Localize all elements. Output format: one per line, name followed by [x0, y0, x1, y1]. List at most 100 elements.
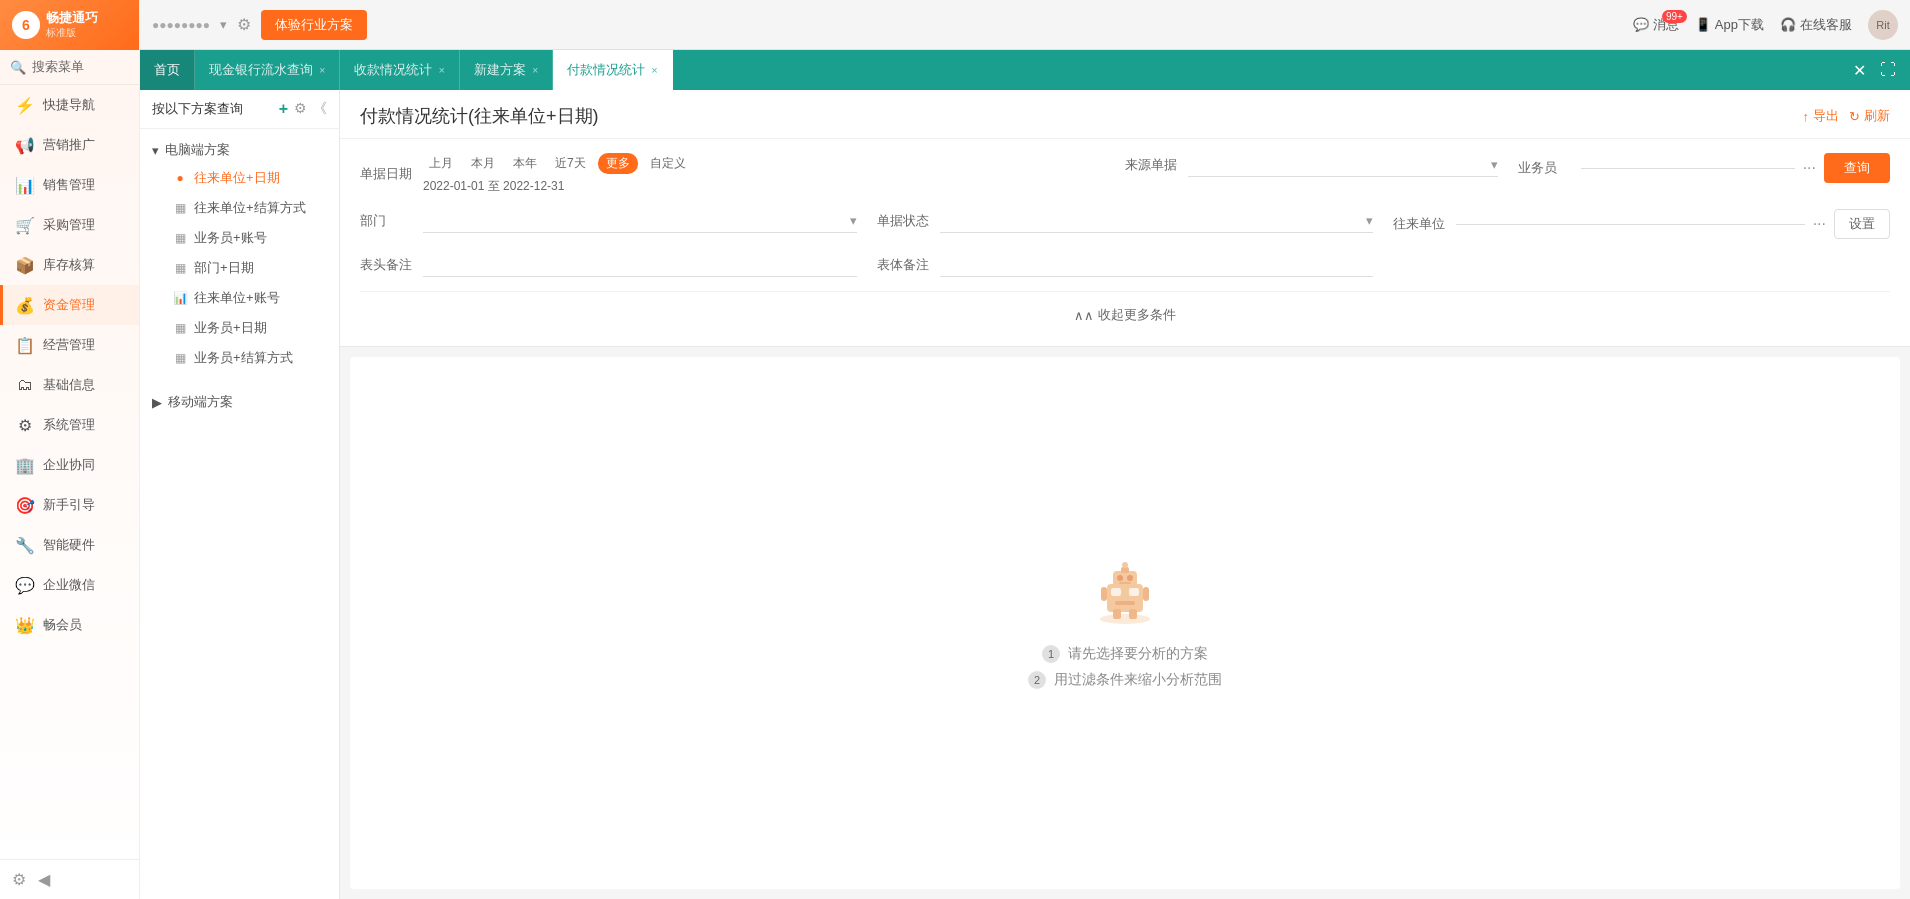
filter-dept-field: 部门 ▾ [360, 209, 857, 233]
app-download-btn[interactable]: 📱 App下载 [1695, 16, 1764, 34]
scheme-item-label: 往来单位+结算方式 [194, 199, 306, 217]
tab-bank-flow[interactable]: 现金银行流水查询 × [195, 50, 340, 90]
avatar[interactable]: Rit [1868, 10, 1898, 40]
service-icon: 🎧 [1780, 17, 1796, 32]
date-option-7days[interactable]: 近7天 [549, 153, 592, 174]
source-select[interactable]: ▾ [1188, 153, 1498, 177]
sidebar-item-marketing[interactable]: 📢 营销推广 [0, 125, 139, 165]
refresh-button[interactable]: ↻ 刷新 [1849, 107, 1890, 125]
scheme-item-dept-date[interactable]: ▦ 部门+日期 [152, 253, 327, 283]
sidebar-item-finance[interactable]: 💰 资金管理 [0, 285, 139, 325]
online-service-btn[interactable]: 🎧 在线客服 [1780, 16, 1852, 34]
svg-rect-4 [1115, 601, 1135, 605]
tab-payment-stat-label: 付款情况统计 [567, 61, 645, 79]
scheme-item-unit-payment[interactable]: ▦ 往来单位+结算方式 [152, 193, 327, 223]
sidebar-footer: ⚙ ◀ [0, 859, 139, 899]
membership-icon: 👑 [15, 615, 35, 635]
tabs-bar: 首页 现金银行流水查询 × 收款情况统计 × 新建方案 × 付款情况统计 × ✕… [140, 50, 1910, 90]
trial-button[interactable]: 体验行业方案 [261, 10, 367, 40]
footer-collapse-icon[interactable]: ◀ [38, 870, 50, 889]
scheme-mobile-group: ▶ 移动端方案 [140, 381, 339, 423]
main-area: ●●●●●●●● ▾ ⚙ 体验行业方案 💬 消息 99+ 📱 App下载 🎧 在… [140, 0, 1910, 899]
footer-settings-icon[interactable]: ⚙ [12, 870, 26, 889]
sidebar-item-label: 采购管理 [43, 216, 95, 234]
tabs-controls: ✕ ⛶ [1849, 59, 1910, 82]
quick-nav-icon: ⚡ [15, 95, 35, 115]
notifications-btn[interactable]: 💬 消息 99+ [1633, 16, 1679, 34]
header-note-input[interactable] [423, 253, 857, 277]
partner-dots-icon[interactable]: ··· [1813, 215, 1826, 233]
date-option-last-month[interactable]: 上月 [423, 153, 459, 174]
date-option-this-month[interactable]: 本月 [465, 153, 501, 174]
search-label: 搜索菜单 [32, 58, 84, 76]
scheme-item-salesman-date[interactable]: ▦ 业务员+日期 [152, 313, 327, 343]
sidebar-item-inventory[interactable]: 📦 库存核算 [0, 245, 139, 285]
tab-receipts-stat[interactable]: 收款情况统计 × [340, 50, 459, 90]
sidebar-item-membership[interactable]: 👑 畅会员 [0, 605, 139, 645]
tab-new-scheme-close[interactable]: × [532, 64, 538, 76]
finance-icon: 💰 [15, 295, 35, 315]
sidebar-item-system[interactable]: ⚙ 系统管理 [0, 405, 139, 445]
sidebar-item-operations[interactable]: 📋 经营管理 [0, 325, 139, 365]
filter-salesman-field: 业务员 ··· 查询 [1518, 153, 1891, 183]
sidebar-item-purchase[interactable]: 🛒 采购管理 [0, 205, 139, 245]
scheme-panel-header: 按以下方案查询 + ⚙ 《 [140, 90, 339, 129]
tab-payment-stat[interactable]: 付款情况统计 × [553, 50, 672, 90]
tab-new-scheme[interactable]: 新建方案 × [460, 50, 553, 90]
sidebar-item-hardware[interactable]: 🔧 智能硬件 [0, 525, 139, 565]
search-icon: 🔍 [10, 60, 26, 75]
sidebar-item-guide[interactable]: 🎯 新手引导 [0, 485, 139, 525]
salesman-dots-icon[interactable]: ··· [1803, 159, 1816, 177]
tab-payment-stat-close[interactable]: × [651, 64, 657, 76]
scheme-item-unit-account[interactable]: 📊 往来单位+账号 [152, 283, 327, 313]
scheme-item-salesman-account[interactable]: ▦ 业务员+账号 [152, 223, 327, 253]
sidebar-item-label: 企业协同 [43, 456, 95, 474]
sidebar-item-sales[interactable]: 📊 销售管理 [0, 165, 139, 205]
scheme-desktop-title[interactable]: ▾ 电脑端方案 [152, 137, 327, 163]
topbar-chevron[interactable]: ▾ [220, 17, 227, 32]
collapse-filter-button[interactable]: ∧∧ 收起更多条件 [360, 298, 1890, 332]
search-menu[interactable]: 🔍 搜索菜单 [0, 50, 139, 85]
date-range: 2022-01-01 至 2022-12-31 [423, 178, 692, 195]
purchase-icon: 🛒 [15, 215, 35, 235]
body-note-input[interactable] [940, 253, 1374, 277]
tab-home[interactable]: 首页 [140, 50, 195, 90]
basic-info-icon: 🗂 [15, 375, 35, 395]
filter-area: 付款情况统计(往来单位+日期) ↑ 导出 ↻ 刷新 单 [340, 90, 1910, 899]
scheme-settings-icon[interactable]: ⚙ [294, 100, 307, 118]
tab-close-all-icon[interactable]: ✕ [1849, 59, 1870, 82]
tab-bank-flow-label: 现金银行流水查询 [209, 61, 313, 79]
date-option-custom[interactable]: 自定义 [644, 153, 692, 174]
empty-tip-1: 1 请先选择要分析的方案 [1042, 645, 1208, 663]
sidebar-item-enterprise[interactable]: 🏢 企业协同 [0, 445, 139, 485]
scheme-panel: 按以下方案查询 + ⚙ 《 ▾ 电脑端方案 ● 往来单位+日期 ▦ [140, 90, 340, 899]
sidebar-item-label: 快捷导航 [43, 96, 95, 114]
page-title: 付款情况统计(往来单位+日期) [360, 104, 599, 128]
sidebar-item-basic-info[interactable]: 🗂 基础信息 [0, 365, 139, 405]
export-button[interactable]: ↑ 导出 [1803, 107, 1840, 125]
scheme-item-unit-date[interactable]: ● 往来单位+日期 [152, 163, 327, 193]
sidebar-item-wechat[interactable]: 💬 企业微信 [0, 565, 139, 605]
date-option-more[interactable]: 更多 [598, 153, 638, 174]
scheme-collapse-icon[interactable]: 《 [313, 100, 327, 118]
svg-point-10 [1117, 575, 1123, 581]
marketing-icon: 📢 [15, 135, 35, 155]
sidebar: 6 畅捷通巧 标准版 🔍 搜索菜单 ⚡ 快捷导航 📢 营销推广 📊 销售管理 🛒… [0, 0, 140, 899]
doc-status-select[interactable]: ▾ [940, 209, 1374, 233]
filter-header-note-field: 表头备注 [360, 253, 857, 277]
query-button[interactable]: 查询 [1824, 153, 1890, 183]
tab-bank-flow-close[interactable]: × [319, 64, 325, 76]
sidebar-item-quick-nav[interactable]: ⚡ 快捷导航 [0, 85, 139, 125]
doc-status-chevron: ▾ [1366, 213, 1373, 228]
date-option-this-year[interactable]: 本年 [507, 153, 543, 174]
svg-rect-12 [1119, 582, 1131, 584]
scheme-item-label: 往来单位+日期 [194, 169, 280, 187]
topbar-gear-icon[interactable]: ⚙ [237, 15, 251, 34]
dept-select[interactable]: ▾ [423, 209, 857, 233]
scheme-mobile-title[interactable]: ▶ 移动端方案 [152, 389, 327, 415]
tab-fullscreen-icon[interactable]: ⛶ [1876, 59, 1900, 82]
settings-button[interactable]: 设置 [1834, 209, 1890, 239]
tab-receipts-stat-close[interactable]: × [438, 64, 444, 76]
scheme-add-icon[interactable]: + [279, 100, 288, 118]
scheme-item-salesman-payment[interactable]: ▦ 业务员+结算方式 [152, 343, 327, 373]
